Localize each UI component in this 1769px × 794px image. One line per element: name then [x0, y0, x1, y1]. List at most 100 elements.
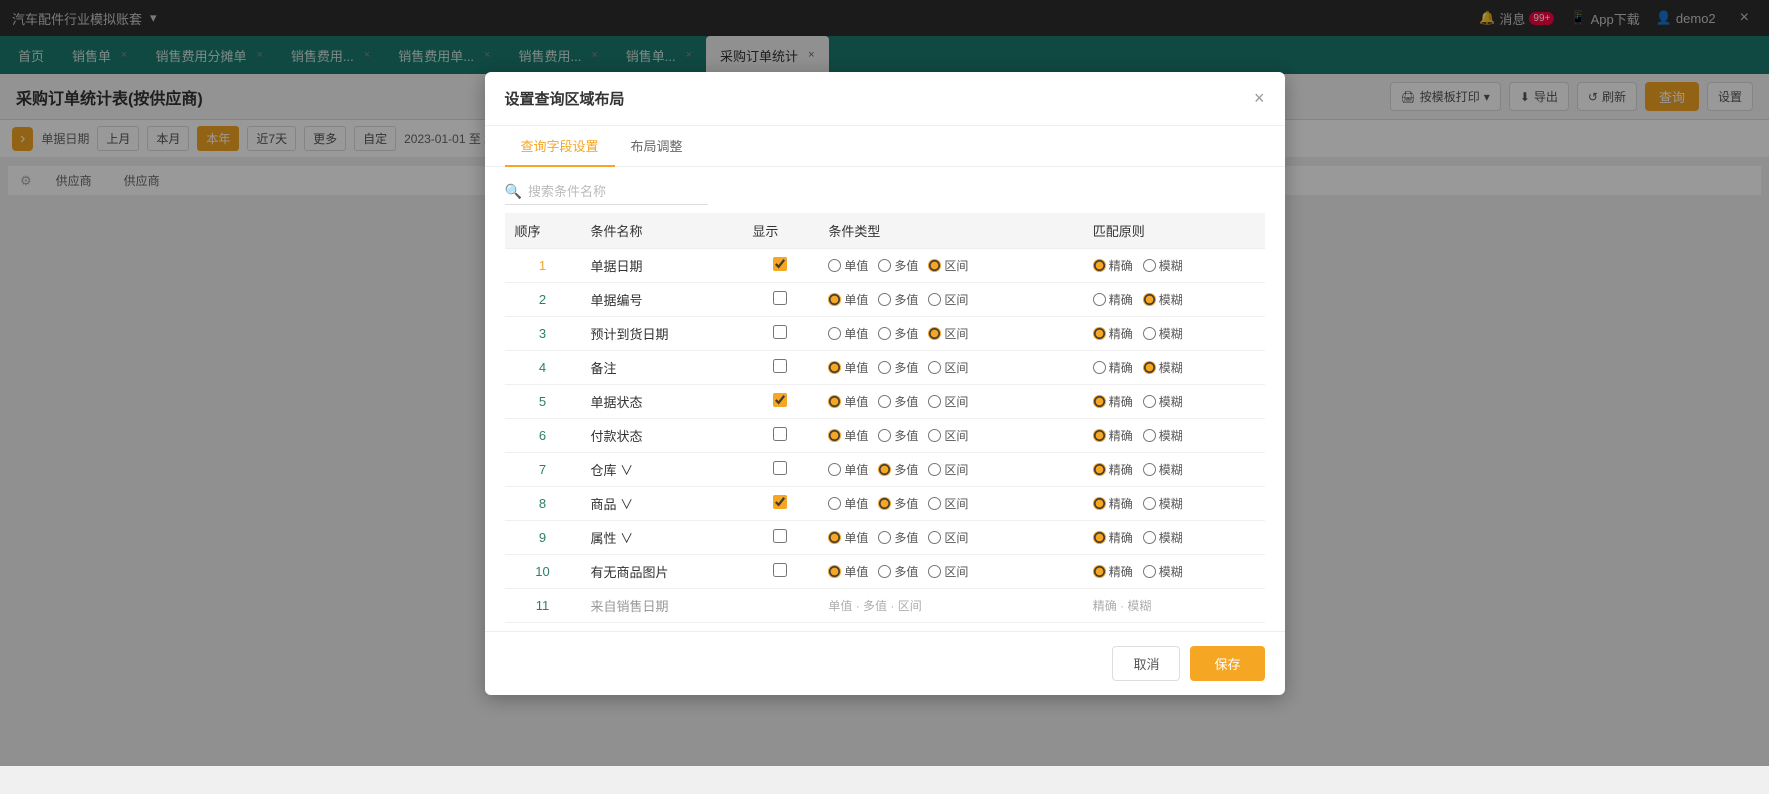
row-display-checkbox[interactable] — [773, 257, 787, 271]
row-display-checkbox[interactable] — [773, 359, 787, 373]
search-icon: 🔍 — [505, 183, 522, 200]
row-order: 11 — [505, 588, 581, 622]
radio-type-单值[interactable] — [828, 497, 841, 510]
col-header-order: 顺序 — [505, 213, 581, 249]
settings-modal: 设置查询区域布局 × 查询字段设置 布局调整 🔍 顺序 — [485, 72, 1285, 695]
radio-type-区间[interactable] — [928, 327, 941, 340]
cancel-button[interactable]: 取消 — [1112, 646, 1180, 681]
radio-match-精确[interactable] — [1093, 497, 1106, 510]
modal-header: 设置查询区域布局 × — [485, 72, 1285, 126]
radio-match-精确[interactable] — [1093, 531, 1106, 544]
radio-type-单值[interactable] — [828, 531, 841, 544]
radio-type-多值[interactable] — [878, 327, 891, 340]
radio-type-单值[interactable] — [828, 259, 841, 272]
row-match-cell: 精确模糊 — [1083, 418, 1265, 452]
radio-type-区间[interactable] — [928, 293, 941, 306]
col-header-match: 匹配原则 — [1083, 213, 1265, 249]
col-header-type: 条件类型 — [818, 213, 1082, 249]
radio-match-模糊[interactable] — [1143, 361, 1156, 374]
row-match-cell: 精确模糊 — [1083, 384, 1265, 418]
table-row: 6付款状态单值多值区间精确模糊 — [505, 418, 1265, 452]
row-display-cell — [742, 282, 818, 316]
radio-match-精确[interactable] — [1093, 463, 1106, 476]
row-type-cell: 单值多值区间 — [818, 316, 1082, 350]
radio-type-多值[interactable] — [878, 429, 891, 442]
radio-type-区间[interactable] — [928, 531, 941, 544]
row-type-cell: 单值多值区间 — [818, 282, 1082, 316]
modal-tab-layout[interactable]: 布局调整 — [615, 126, 699, 167]
modal-close-button[interactable]: × — [1254, 88, 1265, 109]
radio-type-单值[interactable] — [828, 463, 841, 476]
row-display-checkbox[interactable] — [773, 461, 787, 475]
table-row: 5单据状态单值多值区间精确模糊 — [505, 384, 1265, 418]
radio-match-精确[interactable] — [1093, 429, 1106, 442]
radio-match-模糊[interactable] — [1143, 327, 1156, 340]
radio-type-多值[interactable] — [878, 395, 891, 408]
radio-type-区间[interactable] — [928, 497, 941, 510]
radio-type-区间[interactable] — [928, 259, 941, 272]
table-row: 3预计到货日期单值多值区间精确模糊 — [505, 316, 1265, 350]
row-type-cell: 单值多值区间 — [818, 350, 1082, 384]
radio-type-多值[interactable] — [878, 565, 891, 578]
radio-match-模糊[interactable] — [1143, 293, 1156, 306]
radio-type-区间[interactable] — [928, 361, 941, 374]
row-display-checkbox[interactable] — [773, 291, 787, 305]
row-display-checkbox[interactable] — [773, 529, 787, 543]
radio-type-多值[interactable] — [878, 361, 891, 374]
radio-match-精确[interactable] — [1093, 565, 1106, 578]
radio-type-单值[interactable] — [828, 395, 841, 408]
row-condition-name: 有无商品图片 — [581, 554, 743, 588]
radio-type-多值[interactable] — [878, 531, 891, 544]
radio-match-精确[interactable] — [1093, 293, 1106, 306]
radio-type-多值[interactable] — [878, 497, 891, 510]
table-row: 7仓库 ∨单值多值区间精确模糊 — [505, 452, 1265, 486]
radio-match-模糊[interactable] — [1143, 565, 1156, 578]
radio-match-精确[interactable] — [1093, 327, 1106, 340]
row-display-cell — [742, 520, 818, 554]
row-condition-name: 单据状态 — [581, 384, 743, 418]
row-display-cell — [742, 316, 818, 350]
radio-type-多值[interactable] — [878, 259, 891, 272]
save-button[interactable]: 保存 — [1190, 646, 1264, 681]
radio-type-区间[interactable] — [928, 395, 941, 408]
row-condition-name: 属性 ∨ — [581, 520, 743, 554]
radio-match-精确[interactable] — [1093, 259, 1106, 272]
modal-tabs: 查询字段设置 布局调整 — [485, 126, 1285, 167]
row-display-checkbox[interactable] — [773, 563, 787, 577]
radio-match-模糊[interactable] — [1143, 395, 1156, 408]
search-input[interactable] — [528, 184, 708, 199]
radio-type-单值[interactable] — [828, 565, 841, 578]
row-type-cell: 单值多值区间 — [818, 248, 1082, 282]
modal-table-wrapper: 顺序 条件名称 显示 条件类型 匹配原则 1单据日期单值多值区间精确模糊2单据编… — [485, 205, 1285, 631]
row-display-checkbox[interactable] — [773, 325, 787, 339]
radio-type-单值[interactable] — [828, 429, 841, 442]
radio-match-模糊[interactable] — [1143, 531, 1156, 544]
radio-match-精确[interactable] — [1093, 395, 1106, 408]
row-display-checkbox[interactable] — [773, 393, 787, 407]
modal-search-area: 🔍 — [485, 167, 1285, 205]
radio-type-多值[interactable] — [878, 463, 891, 476]
radio-type-单值[interactable] — [828, 361, 841, 374]
row-display-checkbox[interactable] — [773, 495, 787, 509]
row-display-checkbox[interactable] — [773, 427, 787, 441]
radio-type-区间[interactable] — [928, 429, 941, 442]
radio-type-单值[interactable] — [828, 293, 841, 306]
radio-type-区间[interactable] — [928, 463, 941, 476]
row-condition-name: 单据编号 — [581, 282, 743, 316]
radio-type-单值[interactable] — [828, 327, 841, 340]
radio-match-模糊[interactable] — [1143, 497, 1156, 510]
radio-match-模糊[interactable] — [1143, 259, 1156, 272]
radio-match-模糊[interactable] — [1143, 429, 1156, 442]
radio-match-精确[interactable] — [1093, 361, 1106, 374]
row-display-cell — [742, 554, 818, 588]
radio-match-模糊[interactable] — [1143, 463, 1156, 476]
row-display-cell — [742, 248, 818, 282]
row-match-cell: 精确模糊 — [1083, 486, 1265, 520]
radio-type-区间[interactable] — [928, 565, 941, 578]
radio-type-多值[interactable] — [878, 293, 891, 306]
row-type-cell: 单值多值区间 — [818, 486, 1082, 520]
row-order: 5 — [505, 384, 581, 418]
modal-tab-field-settings[interactable]: 查询字段设置 — [505, 126, 615, 167]
row-match-cell: 精确模糊 — [1083, 316, 1265, 350]
row-match-cell: 精确模糊 — [1083, 452, 1265, 486]
